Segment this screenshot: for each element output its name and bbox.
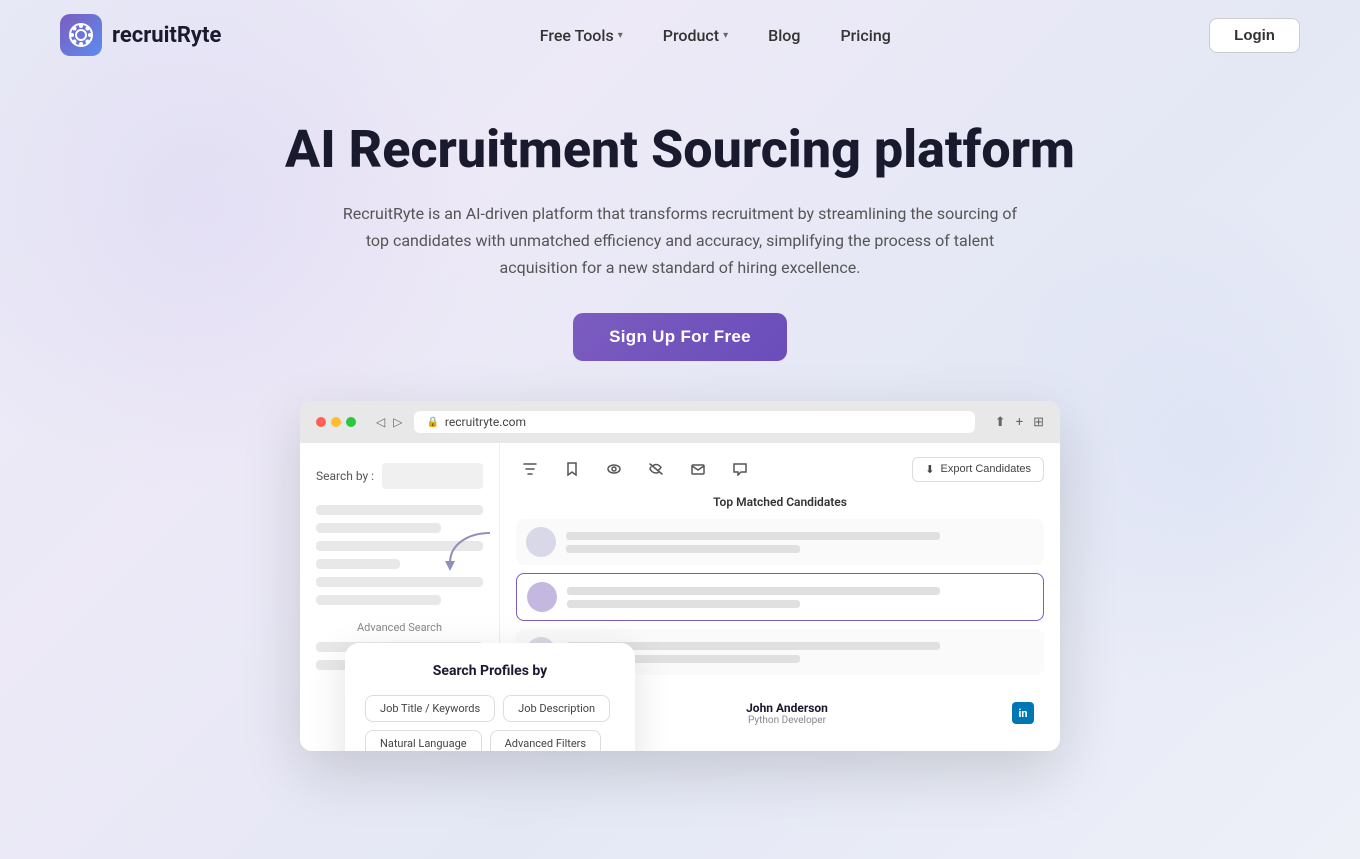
- grid-icon[interactable]: ⊞: [1033, 415, 1044, 430]
- candidate-row: [516, 519, 1044, 565]
- filter-tag-natural-language[interactable]: Natural Language: [365, 730, 482, 751]
- export-candidates-button[interactable]: ⬇ Export Candidates: [912, 457, 1044, 482]
- placeholder-line: [316, 559, 400, 569]
- filter-tag-advanced-filters[interactable]: Advanced Filters: [490, 730, 601, 751]
- filter-icon[interactable]: [516, 455, 544, 483]
- dot-minimize: [331, 417, 341, 427]
- search-input[interactable]: [382, 463, 483, 489]
- john-title: Python Developer: [572, 715, 1002, 726]
- logo[interactable]: recruitRyte: [60, 14, 221, 56]
- search-profiles-card: Search Profiles by Job Title / Keywords …: [345, 643, 635, 751]
- forward-button[interactable]: ▷: [393, 415, 402, 429]
- hide-icon[interactable]: [642, 455, 670, 483]
- toolbar-row: ⬇ Export Candidates: [516, 455, 1044, 483]
- filter-tag-job-title[interactable]: Job Title / Keywords: [365, 695, 495, 722]
- back-button[interactable]: ◁: [376, 415, 385, 429]
- toolbar-icons: [516, 455, 754, 483]
- john-name: John Anderson: [572, 701, 1002, 715]
- candidate-info: [566, 532, 1034, 553]
- main-panel: ⬇ Export Candidates Top Matched Candidat…: [500, 443, 1060, 751]
- browser-mockup: ◁ ▷ 🔒 recruitryte.com ⬆ + ⊞ Sea: [300, 401, 1060, 751]
- placeholder-line: [316, 595, 441, 605]
- login-button[interactable]: Login: [1209, 18, 1300, 53]
- share-icon[interactable]: ⬆: [995, 415, 1006, 430]
- hero-title: AI Recruitment Sourcing platform: [0, 120, 1360, 180]
- info-line: [567, 587, 940, 595]
- john-info: John Anderson Python Developer: [572, 701, 1002, 726]
- info-line: [566, 545, 800, 553]
- browser-window: ◁ ▷ 🔒 recruitryte.com ⬆ + ⊞ Sea: [300, 401, 1060, 751]
- search-profiles-title: Search Profiles by: [365, 663, 615, 679]
- candidate-info: [567, 587, 1033, 608]
- eye-icon[interactable]: [600, 455, 628, 483]
- address-text: recruitryte.com: [445, 415, 526, 429]
- hero-subtitle: RecruitRyte is an AI-driven platform tha…: [340, 200, 1020, 282]
- logo-text: recruitRyte: [112, 23, 221, 48]
- placeholder-line: [316, 523, 441, 533]
- logo-icon: [60, 14, 102, 56]
- download-icon: ⬇: [925, 463, 934, 476]
- advanced-search-label: Advanced Search: [316, 621, 483, 634]
- hero-section: AI Recruitment Sourcing platform Recruit…: [0, 70, 1360, 751]
- linkedin-icon[interactable]: in: [1012, 702, 1034, 724]
- chat-icon[interactable]: [726, 455, 754, 483]
- info-line: [567, 600, 800, 608]
- candidate-avatar: [527, 582, 557, 612]
- info-line: [566, 532, 940, 540]
- browser-chrome: ◁ ▷ 🔒 recruitryte.com ⬆ + ⊞: [300, 401, 1060, 443]
- top-matched-label: Top Matched Candidates: [516, 495, 1044, 509]
- nav-free-tools[interactable]: Free Tools ▾: [540, 26, 623, 45]
- lock-icon: 🔒: [426, 417, 438, 428]
- nav-links: Free Tools ▾ Product ▾ Blog Pricing: [540, 26, 891, 45]
- address-bar[interactable]: 🔒 recruitryte.com: [414, 411, 974, 433]
- candidate-row-highlighted: [516, 573, 1044, 621]
- browser-nav-buttons: ◁ ▷: [376, 415, 402, 429]
- nav-product[interactable]: Product ▾: [663, 26, 728, 45]
- nav-pricing[interactable]: Pricing: [840, 26, 890, 45]
- browser-dots: [316, 417, 356, 427]
- filter-tags: Job Title / Keywords Job Description Nat…: [365, 695, 615, 751]
- placeholder-line: [316, 505, 483, 515]
- search-by-row: Search by :: [316, 463, 483, 489]
- search-by-label: Search by :: [316, 469, 374, 483]
- bookmark-icon[interactable]: [558, 455, 586, 483]
- navbar: recruitRyte Free Tools ▾ Product ▾ Blog …: [0, 0, 1360, 70]
- dot-maximize: [346, 417, 356, 427]
- mail-icon[interactable]: [684, 455, 712, 483]
- candidate-avatar: [526, 527, 556, 557]
- chevron-down-icon: ▾: [723, 30, 728, 41]
- placeholder-line: [316, 577, 483, 587]
- signup-button[interactable]: Sign Up For Free: [573, 313, 787, 361]
- dot-close: [316, 417, 326, 427]
- browser-action-icons: ⬆ + ⊞: [995, 415, 1044, 430]
- arrow-decoration-left: [440, 523, 500, 577]
- browser-content: Search by : Advanced Search: [300, 443, 1060, 751]
- filter-tag-job-description[interactable]: Job Description: [503, 695, 610, 722]
- chevron-down-icon: ▾: [618, 30, 623, 41]
- candidate-info: [566, 642, 1034, 663]
- nav-blog[interactable]: Blog: [768, 26, 800, 45]
- add-tab-icon[interactable]: +: [1016, 415, 1023, 430]
